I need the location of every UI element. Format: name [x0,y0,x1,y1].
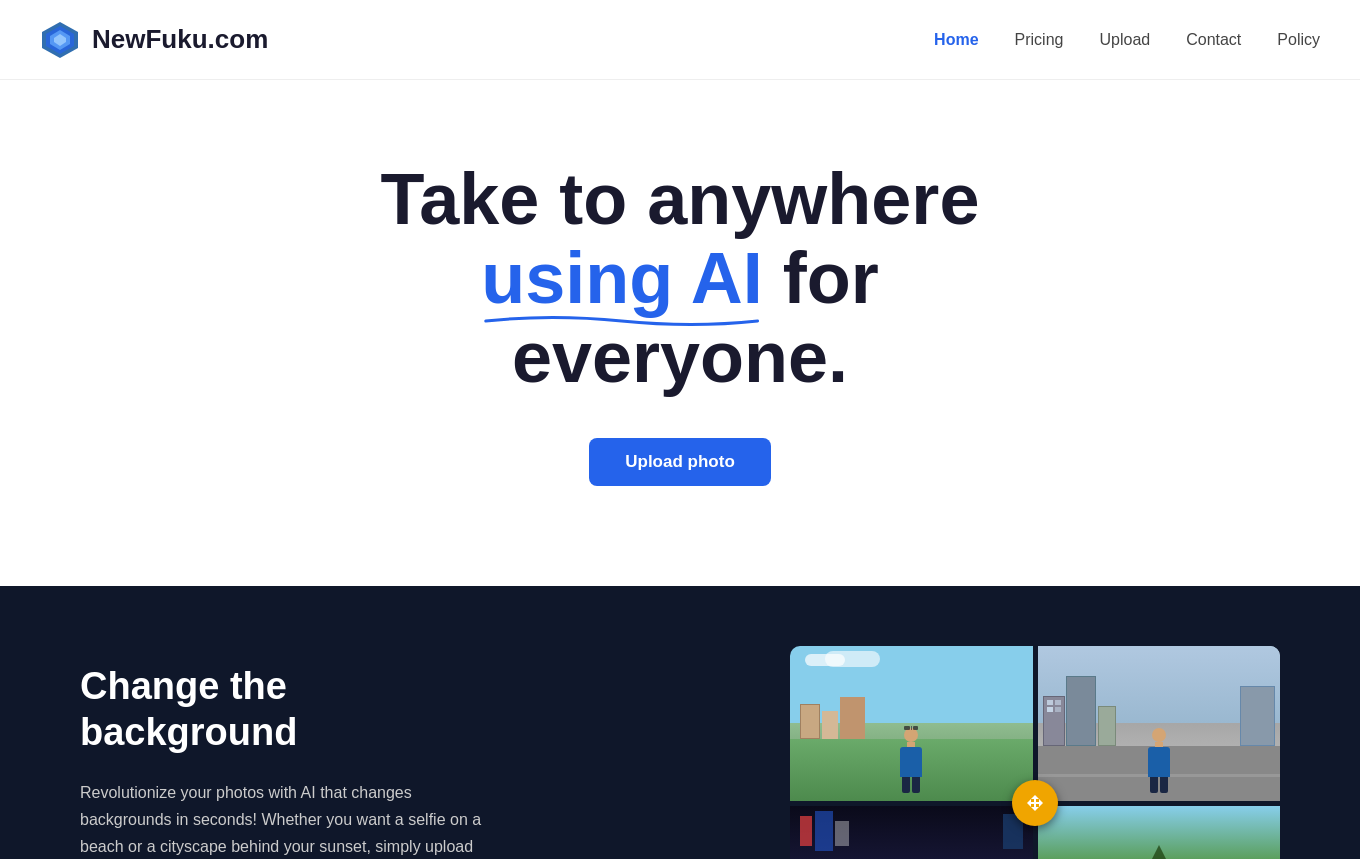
nav-menu: Home Pricing Upload Contact Policy [934,31,1320,49]
person-leg-right [912,777,920,793]
building-bg [822,711,838,739]
person-figure-town [900,728,922,793]
city-building [1240,686,1275,746]
feature-description: Revolutionize your photos with AI that c… [80,779,500,859]
photo-cell-forest [1038,806,1281,859]
logo-icon [40,20,80,60]
person-body [900,747,922,777]
upload-photo-button[interactable]: Upload photo [589,438,771,486]
scene-city-bg [1038,646,1281,801]
building-night [815,811,833,851]
person-body [1148,747,1170,777]
feature-image-grid [790,646,1280,859]
hero-title: Take to anywhere using AI foreveryone. [40,160,1320,398]
transform-arrows-icon [1012,780,1058,826]
building-night [835,821,849,846]
nav-upload[interactable]: Upload [1099,31,1150,48]
person-legs [1150,777,1168,793]
hero-section: Take to anywhere using AI foreveryone. U… [0,80,1360,586]
nav-home[interactable]: Home [934,31,978,48]
photo-cell-city [1038,646,1281,801]
nav-policy[interactable]: Policy [1277,31,1320,48]
photo-comparison-grid [790,646,1280,859]
hero-title-part1: Take to anywhere [381,159,980,239]
person-head [904,728,918,742]
sunglasses [904,726,918,730]
feature-section: Change the background Revolutionize your… [0,586,1360,859]
navbar: NewFuku.com Home Pricing Upload Contact … [0,0,1360,80]
person-figure-city [1148,728,1170,793]
scene-night-bg [790,806,1033,859]
scene-town-bg [790,646,1033,801]
nav-pricing[interactable]: Pricing [1015,31,1064,48]
nav-contact[interactable]: Contact [1186,31,1241,48]
photo-cell-town [790,646,1033,801]
person-head [1152,728,1166,742]
neon-sign [800,816,812,846]
scene-forest-bg [1038,806,1281,859]
building-bg [840,697,865,739]
city-building [1043,696,1065,746]
person-leg-left [902,777,910,793]
photo-cell-night [790,806,1033,859]
person-legs [902,777,920,793]
ai-underline-decoration [481,312,762,326]
site-name: NewFuku.com [92,24,268,55]
cloud-decoration [825,651,880,667]
feature-heading: Change the background [80,664,500,755]
building-bg [800,704,820,739]
person-leg-right [1160,777,1168,793]
city-building [1098,706,1116,746]
arrows-svg [1023,791,1047,815]
hero-title-highlight: using AI [481,239,762,318]
feature-text-block: Change the background Revolutionize your… [80,664,500,859]
bg-tree [1134,845,1184,859]
city-building-tall [1066,676,1096,746]
site-logo[interactable]: NewFuku.com [40,20,268,60]
person-leg-left [1150,777,1158,793]
